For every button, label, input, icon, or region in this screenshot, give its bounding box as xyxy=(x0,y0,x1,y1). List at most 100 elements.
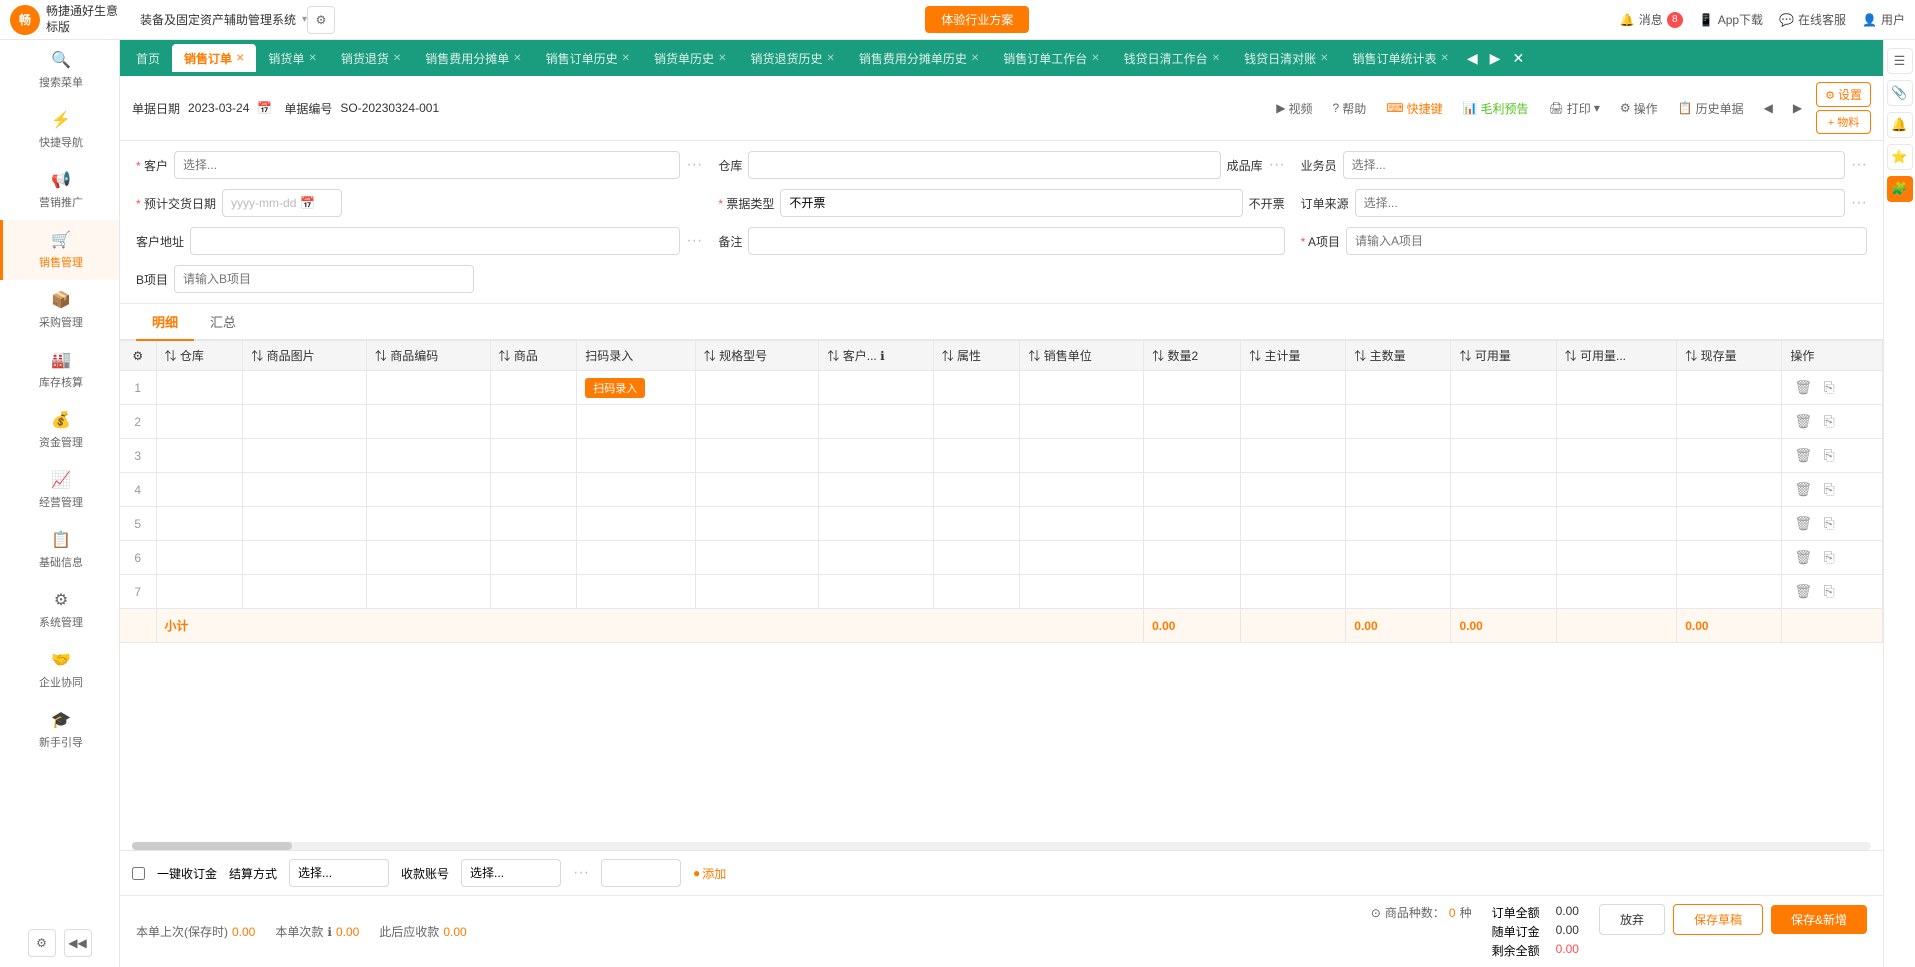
float-star-btn[interactable]: ⭐ xyxy=(1887,144,1913,170)
sidebar-item-guide[interactable]: 🎓 新手引导 xyxy=(0,700,119,760)
row-qty2[interactable] xyxy=(1144,371,1241,405)
row-delete-btn[interactable]: 🗑 xyxy=(1790,445,1816,465)
tab-close-icon[interactable]: ✕ xyxy=(308,53,316,64)
toolbar-nav-prev[interactable]: ◀ xyxy=(1758,99,1779,117)
tab-order-workbench[interactable]: 销售订单工作台 ✕ xyxy=(991,44,1111,72)
row-sales-unit[interactable] xyxy=(1020,371,1144,405)
tab-close-icon[interactable]: ✕ xyxy=(1091,53,1099,64)
notification-area[interactable]: 🔔 消息 8 xyxy=(1620,11,1683,28)
project-a-input[interactable] xyxy=(1346,227,1867,255)
sidebar-collapse-btn[interactable]: ◀◀ xyxy=(64,929,92,957)
save-new-btn[interactable]: 保存&新增 xyxy=(1771,905,1867,934)
staff-input[interactable] xyxy=(1343,151,1845,179)
tab-close-icon[interactable]: ✕ xyxy=(393,53,401,64)
account-ellipsis-icon[interactable]: ··· xyxy=(573,864,589,882)
col-settings[interactable]: ⚙ xyxy=(120,341,156,371)
add-payment-btn[interactable]: ● 添加 xyxy=(693,865,726,882)
row-delete-btn[interactable]: 🗑 xyxy=(1790,547,1816,567)
row-attr[interactable] xyxy=(933,371,1020,405)
discard-btn[interactable]: 放弃 xyxy=(1599,904,1665,935)
warehouse-ellipsis-icon[interactable]: ··· xyxy=(1269,156,1285,174)
tab-sales-return[interactable]: 销货单 ✕ xyxy=(256,44,328,72)
settings-icon[interactable]: ⚙ xyxy=(307,6,335,34)
tab-cash-reconcile[interactable]: 钱贷日清对账 ✕ xyxy=(1232,44,1340,72)
sidebar-settings-btn[interactable]: ⚙ xyxy=(28,929,56,957)
row-copy-btn[interactable]: ⎘ xyxy=(1820,445,1839,465)
address-ellipsis-icon[interactable]: ··· xyxy=(686,232,702,250)
toolbar-preview-btn[interactable]: ▶ 视频 xyxy=(1270,98,1318,119)
tab-order-history[interactable]: 销售订单历史 ✕ xyxy=(534,44,642,72)
row-delete-btn[interactable]: 🗑 xyxy=(1790,513,1816,533)
toolbar-nav-next[interactable]: ▶ xyxy=(1787,99,1808,117)
calendar-icon[interactable]: 📅 xyxy=(257,101,272,115)
amount-input[interactable]: 0.00 xyxy=(601,859,681,887)
tab-sales-refund[interactable]: 销货退货 ✕ xyxy=(329,44,413,72)
row-copy-btn[interactable]: ⎘ xyxy=(1820,513,1839,533)
settings-btn[interactable]: ⚙ 设置 xyxy=(1816,82,1871,107)
sidebar-item-system[interactable]: ⚙ 系统管理 xyxy=(0,580,119,640)
sidebar-item-finance[interactable]: 💰 资金管理 xyxy=(0,400,119,460)
float-bell-btn[interactable]: 🔔 xyxy=(1887,112,1913,138)
remark-input[interactable] xyxy=(748,227,1284,255)
toolbar-history-btn[interactable]: 📋 历史单据 xyxy=(1672,98,1750,119)
row-code[interactable] xyxy=(366,371,490,405)
sidebar-item-quick-nav[interactable]: ⚡ 快捷导航 xyxy=(0,100,119,160)
sidebar-item-operations[interactable]: 📈 经营管理 xyxy=(0,460,119,520)
scan-btn[interactable]: 扫码录入 xyxy=(585,378,645,398)
online-service[interactable]: 💬 在线客服 xyxy=(1779,11,1846,28)
row-spec[interactable] xyxy=(695,371,819,405)
row-delete-btn[interactable]: 🗑 xyxy=(1790,479,1816,499)
tab-menu-btn[interactable]: ✕ xyxy=(1506,50,1530,67)
one-click-checkbox[interactable] xyxy=(132,867,145,880)
staff-ellipsis-icon[interactable]: ··· xyxy=(1851,156,1867,174)
sidebar-item-cooperation[interactable]: 🤝 企业协同 xyxy=(0,640,119,700)
sidebar-item-sales[interactable]: 🛒 销售管理 xyxy=(0,220,119,280)
row-warehouse[interactable] xyxy=(156,371,243,405)
sidebar-item-marketing[interactable]: 📢 营销推广 xyxy=(0,160,119,220)
industry-btn[interactable]: 体验行业方案 xyxy=(925,6,1029,33)
row-copy-btn[interactable]: ⎘ xyxy=(1820,581,1839,601)
scrollbar-thumb[interactable] xyxy=(132,842,292,850)
add-material-btn[interactable]: + 物料 xyxy=(1816,110,1871,134)
horizontal-scrollbar[interactable] xyxy=(132,842,1871,850)
sidebar-item-inventory[interactable]: 🏭 库存核算 xyxy=(0,340,119,400)
tab-cash-workbench[interactable]: 钱贷日清工作台 ✕ xyxy=(1112,44,1232,72)
delivery-date-input[interactable]: yyyy-mm-dd 📅 xyxy=(222,189,342,217)
address-input[interactable] xyxy=(190,227,680,255)
tab-prev-btn[interactable]: ◀ xyxy=(1461,50,1484,67)
tab-order-stat[interactable]: 销售订单统计表 ✕ xyxy=(1340,44,1460,72)
row-main-unit[interactable] xyxy=(1241,371,1346,405)
user-area[interactable]: 👤 用户 xyxy=(1862,11,1905,28)
account-select[interactable]: 选择... xyxy=(461,859,561,887)
invoice-type-select[interactable]: 不开票 xyxy=(780,189,1242,217)
row-copy-btn[interactable]: ⎘ xyxy=(1820,411,1839,431)
sidebar-item-search[interactable]: 🔍 搜索菜单 xyxy=(0,40,119,100)
sidebar-item-basic[interactable]: 📋 基础信息 xyxy=(0,520,119,580)
tab-close-icon[interactable]: ✕ xyxy=(971,53,979,64)
tab-expense-split[interactable]: 销售费用分摊单 ✕ xyxy=(413,44,533,72)
order-source-ellipsis-icon[interactable]: ··· xyxy=(1851,194,1867,212)
row-delete-btn[interactable]: 🗑 xyxy=(1790,581,1816,601)
tab-expense-history[interactable]: 销售费用分摊单历史 ✕ xyxy=(847,44,991,72)
tab-refund-history[interactable]: 销货退货历史 ✕ xyxy=(738,44,846,72)
tab-return-history[interactable]: 销货单历史 ✕ xyxy=(642,44,738,72)
tab-home[interactable]: 首页 xyxy=(124,44,172,72)
order-source-input[interactable] xyxy=(1355,189,1845,217)
toolbar-help-btn[interactable]: ? 帮助 xyxy=(1327,98,1373,119)
tab-sales-order[interactable]: 销售订单 ✕ xyxy=(172,44,256,72)
tab-close-icon[interactable]: ✕ xyxy=(622,53,630,64)
tab-detail[interactable]: 明细 xyxy=(136,304,194,341)
toolbar-shortcut-btn[interactable]: ⌨ 快捷键 xyxy=(1380,98,1448,119)
row-customer-no[interactable] xyxy=(819,371,933,405)
payment-method-select[interactable]: 选择... xyxy=(289,859,389,887)
row-delete-btn[interactable]: 🗑 xyxy=(1790,411,1816,431)
float-plugin-btn[interactable]: 🧩 xyxy=(1887,176,1913,202)
tab-next-btn[interactable]: ▶ xyxy=(1484,50,1507,67)
toolbar-actions-btn[interactable]: ⚙ 操作 xyxy=(1614,98,1664,119)
warehouse-input[interactable] xyxy=(748,151,1220,179)
toolbar-profit-btn[interactable]: 📊 毛利预告 xyxy=(1457,98,1535,119)
tab-close-icon[interactable]: ✕ xyxy=(718,53,726,64)
float-attach-btn[interactable]: 📎 xyxy=(1887,80,1913,106)
row-delete-btn[interactable]: 🗑 xyxy=(1790,377,1816,397)
tab-close-icon[interactable]: ✕ xyxy=(1212,53,1220,64)
